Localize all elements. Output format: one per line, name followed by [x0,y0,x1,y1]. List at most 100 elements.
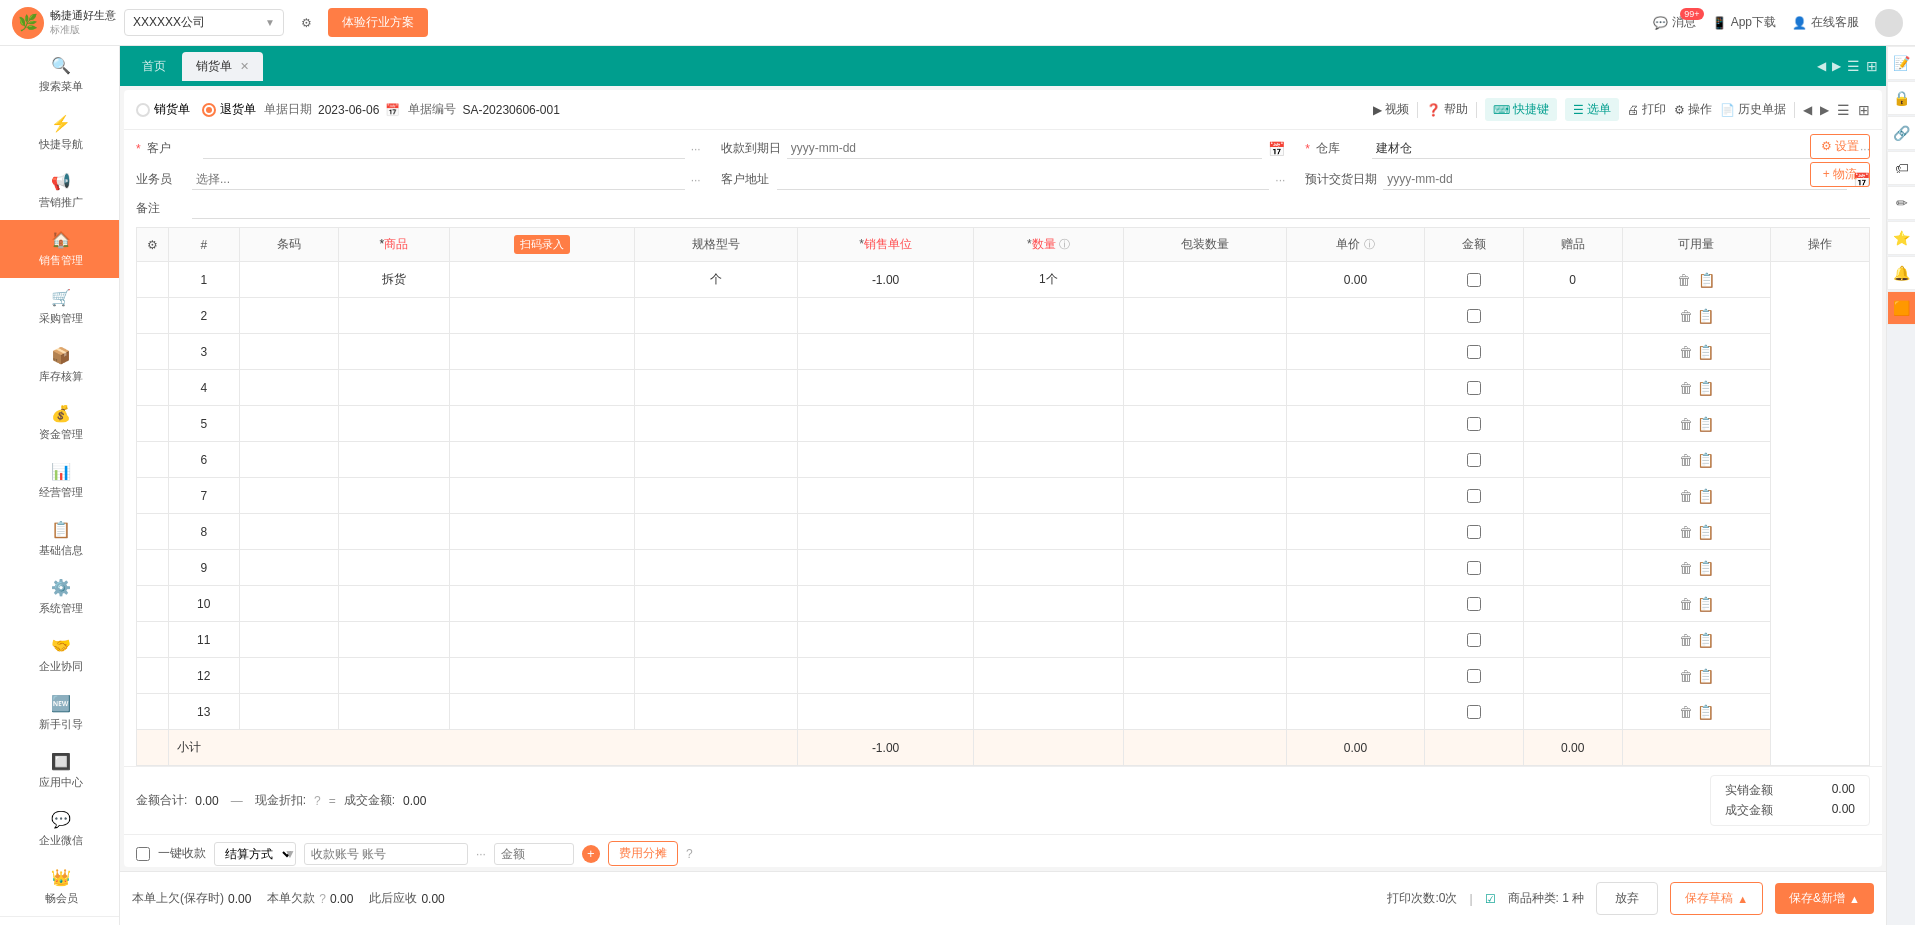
tab-prev-icon[interactable]: ◀ [1817,59,1826,73]
toolbar-nav-right[interactable]: ▶ [1820,103,1829,117]
one-click-payment-checkbox[interactable] [136,847,150,861]
row6-copy-icon[interactable]: 📋 [1697,452,1714,468]
row10-gift-checkbox[interactable] [1467,597,1481,611]
right-icon-tag[interactable]: 🏷 [1887,151,1915,185]
logistics-button[interactable]: + 物流 [1810,162,1870,187]
app-download-item[interactable]: 📱 App下载 [1712,14,1776,31]
toolbar-help[interactable]: ❓ 帮助 [1426,101,1468,118]
row4-gift-checkbox[interactable] [1467,381,1481,395]
toolbar-history[interactable]: 📄 历史单据 [1720,101,1786,118]
settings-icon[interactable]: ⚙ [292,9,320,37]
row7-delete-icon[interactable]: 🗑 [1679,488,1693,504]
toolbar-view-list[interactable]: ☰ [1837,102,1850,118]
sidebar-item-quicknav[interactable]: ⚡ 快捷导航 [0,104,119,162]
sidebar-item-system[interactable]: ⚙️ 系统管理 [0,568,119,626]
scan-btn[interactable]: 扫码录入 [514,235,570,254]
right-icon-link[interactable]: 🔗 [1887,116,1915,150]
sidebar-item-wechat[interactable]: 💬 企业微信 [0,800,119,858]
due-date-calendar-icon[interactable]: 📅 [1268,141,1285,157]
row3-delete-icon[interactable]: 🗑 [1679,344,1693,360]
radio-returns[interactable]: 退货单 [202,101,256,118]
save-new-button[interactable]: 保存&新增 ▲ [1775,883,1874,914]
row8-copy-icon[interactable]: 📋 [1697,524,1714,540]
row10-delete-icon[interactable]: 🗑 [1679,596,1693,612]
row13-delete-icon[interactable]: 🗑 [1679,704,1693,720]
sidebar-item-capital[interactable]: 💰 资金管理 [0,394,119,452]
row11-gift-checkbox[interactable] [1467,633,1481,647]
discount-help-icon[interactable]: ? [314,794,321,808]
row13-copy-icon[interactable]: 📋 [1697,704,1714,720]
right-icon-orange[interactable]: 🟧 [1887,291,1915,325]
tab-sales-order[interactable]: 销货单 ✕ [182,52,263,81]
toolbar-ops[interactable]: ⚙ 操作 [1674,101,1712,118]
sidebar-item-appstore[interactable]: 🔲 应用中心 [0,742,119,800]
add-payment-button[interactable]: + [582,845,600,863]
tab-close-icon[interactable]: ✕ [240,60,249,72]
row11-copy-icon[interactable]: 📋 [1697,632,1714,648]
due-date-input[interactable] [787,138,1263,159]
row7-copy-icon[interactable]: 📋 [1697,488,1714,504]
row8-gift-checkbox[interactable] [1467,525,1481,539]
customer-addr-input[interactable] [777,169,1270,190]
sidebar-item-purchase[interactable]: 🛒 采购管理 [0,278,119,336]
row6-delete-icon[interactable]: 🗑 [1679,452,1693,468]
sidebar-item-inventory[interactable]: 📦 库存核算 [0,336,119,394]
trial-button[interactable]: 体验行业方案 [328,8,428,37]
row1-spec[interactable] [450,262,635,298]
row9-delete-icon[interactable]: 🗑 [1679,560,1693,576]
row8-delete-icon[interactable]: 🗑 [1679,524,1693,540]
salesperson-input[interactable] [192,169,685,190]
row3-gift-checkbox[interactable] [1467,345,1481,359]
row1-gift-checkbox[interactable] [1467,273,1481,287]
payment-method-select[interactable]: 结算方式 [214,842,296,866]
row9-copy-icon[interactable]: 📋 [1697,560,1714,576]
right-icon-notes[interactable]: 📝 [1887,46,1915,80]
row1-barcode[interactable] [239,262,338,298]
right-icon-edit[interactable]: ✏ [1887,186,1915,220]
toolbar-shortcut[interactable]: ⌨ 快捷键 [1485,98,1557,121]
sidebar-item-marketing[interactable]: 📢 营销推广 [0,162,119,220]
estimated-date-input[interactable] [1383,169,1847,190]
row12-gift-checkbox[interactable] [1467,669,1481,683]
th-scan[interactable]: 扫码录入 [450,228,635,262]
payment-account-input[interactable] [304,843,468,865]
row3-copy-icon[interactable]: 📋 [1697,344,1714,360]
row11-delete-icon[interactable]: 🗑 [1679,632,1693,648]
sidebar-item-guide[interactable]: 🆕 新手引导 [0,684,119,742]
warehouse-input[interactable] [1372,138,1854,159]
right-icon-bell[interactable]: 🔔 [1887,256,1915,290]
fee-split-button[interactable]: 费用分摊 [608,841,678,866]
discard-button[interactable]: 放弃 [1596,882,1658,915]
row2-delete-icon[interactable]: 🗑 [1679,308,1693,324]
company-selector[interactable]: XXXXXX公司 ▼ [124,9,284,36]
row1-qty[interactable]: -1.00 [798,262,974,298]
salesperson-ellipsis[interactable]: ··· [691,173,701,187]
row4-delete-icon[interactable]: 🗑 [1679,380,1693,396]
row6-gift-checkbox[interactable] [1467,453,1481,467]
settings-button[interactable]: ⚙ 设置 [1810,134,1870,159]
account-ellipsis[interactable]: ··· [476,847,486,861]
row4-copy-icon[interactable]: 📋 [1697,380,1714,396]
customer-ellipsis[interactable]: ··· [691,142,701,156]
save-draft-button[interactable]: 保存草稿 ▲ [1670,882,1763,915]
sidebar-item-enterprise[interactable]: 🤝 企业协同 [0,626,119,684]
customer-addr-ellipsis[interactable]: ··· [1275,173,1285,187]
row5-delete-icon[interactable]: 🗑 [1679,416,1693,432]
fee-help-icon[interactable]: ? [686,847,693,861]
calendar-icon[interactable]: 📅 [385,103,400,117]
toolbar-video[interactable]: ▶ 视频 [1373,101,1409,118]
tab-next-icon[interactable]: ▶ [1832,59,1841,73]
toolbar-select[interactable]: ☰ 选单 [1565,98,1619,121]
row2-gift-checkbox[interactable] [1467,309,1481,323]
row1-delete-icon[interactable]: 🗑 [1677,272,1691,288]
toolbar-print[interactable]: 🖨 打印 [1627,101,1666,118]
online-service-item[interactable]: 👤 在线客服 [1792,14,1859,31]
sidebar-item-sales[interactable]: 🏠 销售管理 [0,220,119,278]
radio-sales[interactable]: 销货单 [136,101,190,118]
customer-input[interactable] [203,138,685,159]
sidebar-item-search[interactable]: 🔍 搜索菜单 [0,46,119,104]
row5-copy-icon[interactable]: 📋 [1697,416,1714,432]
tab-list-icon[interactable]: ☰ [1847,58,1860,74]
row2-copy-icon[interactable]: 📋 [1697,308,1714,324]
payment-amount-input[interactable] [494,843,574,865]
